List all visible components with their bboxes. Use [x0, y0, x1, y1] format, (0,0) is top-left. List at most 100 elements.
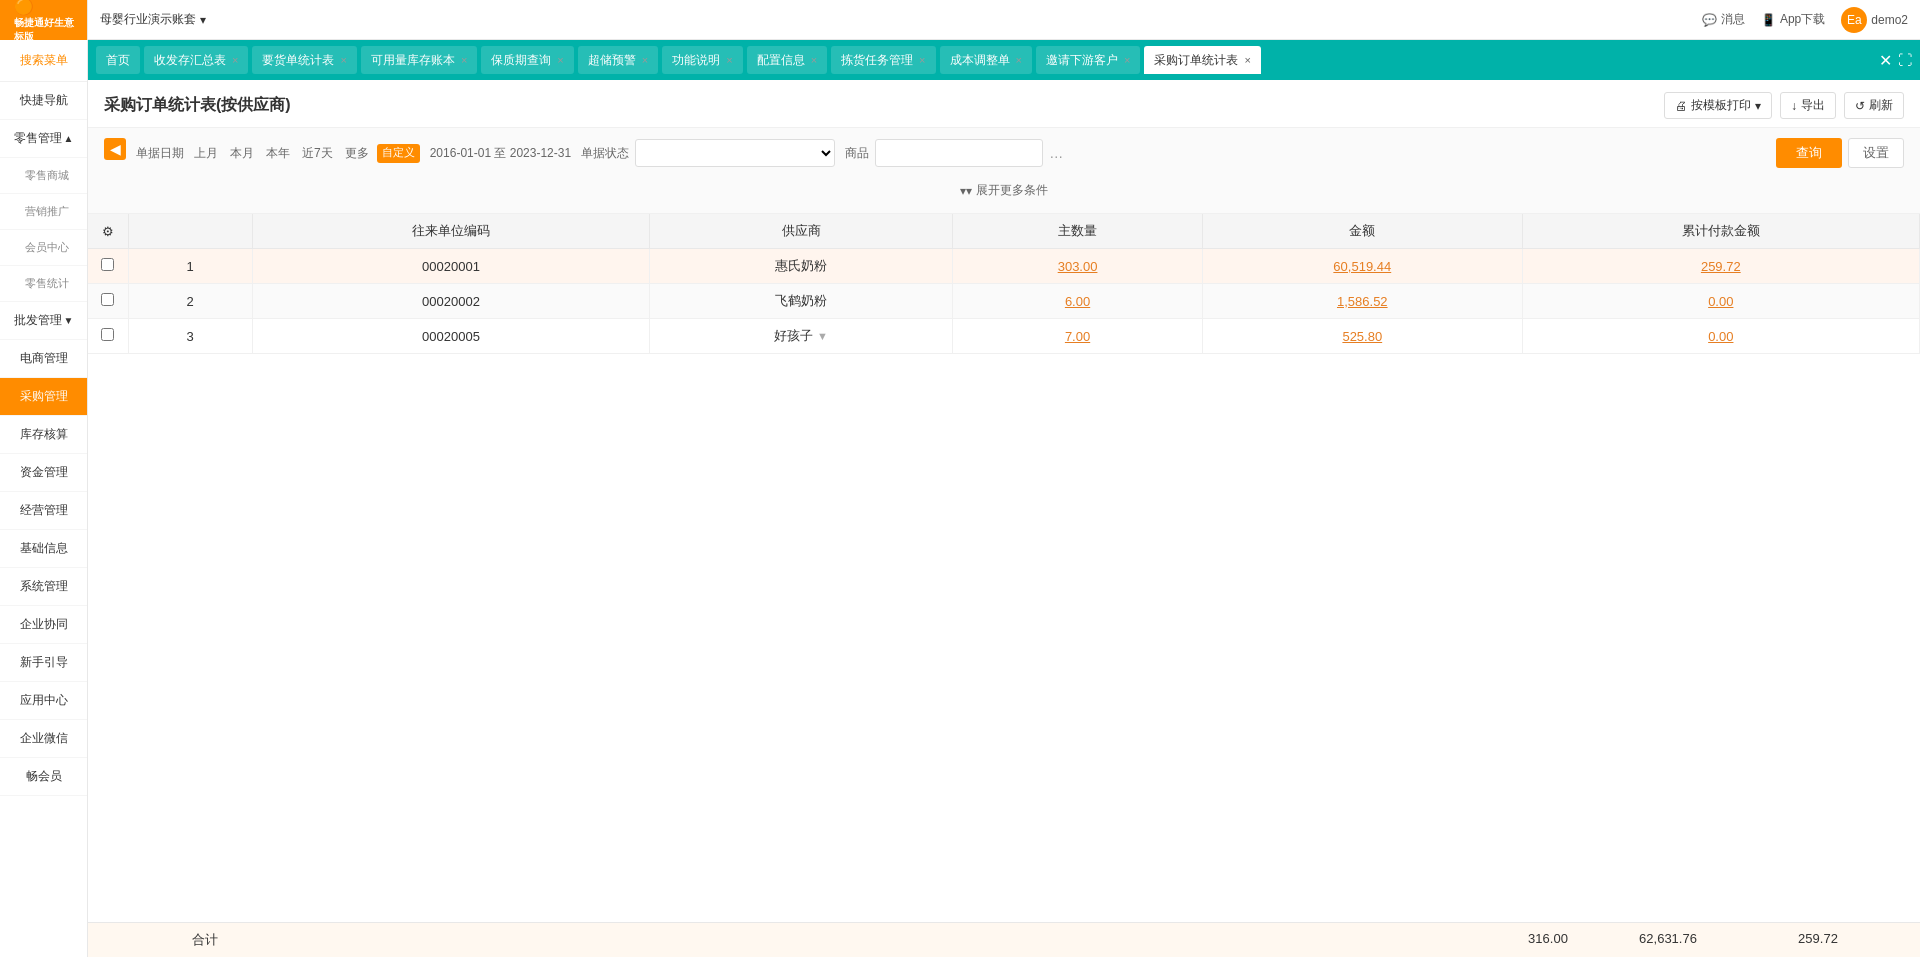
- supplier-expand-icon[interactable]: ▼: [817, 330, 828, 342]
- tab-instructions-label: 功能说明: [672, 52, 720, 69]
- shortcut-this-month[interactable]: 本月: [226, 144, 258, 163]
- settings-button[interactable]: 设置: [1848, 138, 1904, 168]
- row3-qty[interactable]: 7.00: [953, 319, 1203, 354]
- tab-instructions-close[interactable]: ×: [726, 54, 732, 66]
- tab-goods-stats-close[interactable]: ×: [340, 54, 346, 66]
- shortcut-last-month[interactable]: 上月: [190, 144, 222, 163]
- row1-no: 1: [128, 249, 252, 284]
- refresh-button[interactable]: ↺ 刷新: [1844, 92, 1904, 119]
- row3-amount[interactable]: 525.80: [1202, 319, 1522, 354]
- sidebar-item-finance[interactable]: 资金管理: [0, 454, 87, 492]
- row3-paid[interactable]: 0.00: [1522, 319, 1919, 354]
- settings-gear-icon[interactable]: ⚙: [102, 224, 114, 239]
- header-top-bar: 母婴行业演示账套 ▾ 💬 消息 📱 App下载 Ea demo2: [88, 0, 1920, 40]
- sidebar-item-inventory[interactable]: 库存核算: [0, 416, 87, 454]
- finance-label: 资金管理: [20, 464, 68, 481]
- close-window-button[interactable]: ✕: [1879, 51, 1892, 70]
- sidebar-item-basic[interactable]: 基础信息: [0, 530, 87, 568]
- goods-filter-group: 商品 …: [845, 139, 1063, 167]
- account-dropdown[interactable]: 母婴行业演示账套 ▾: [100, 11, 206, 28]
- checkbox-3[interactable]: [101, 328, 114, 341]
- checkbox-2[interactable]: [101, 293, 114, 306]
- sidebar-item-quick-nav[interactable]: 快捷导航: [0, 82, 87, 120]
- tab-picking[interactable]: 拣货任务管理 ×: [831, 46, 935, 74]
- sidebar-item-member[interactable]: 会员中心: [0, 230, 87, 266]
- tab-invite[interactable]: 邀请下游客户 ×: [1036, 46, 1140, 74]
- tab-inventory-ledger-close[interactable]: ×: [461, 54, 467, 66]
- tab-invite-close[interactable]: ×: [1124, 54, 1130, 66]
- tab-expiry-close[interactable]: ×: [557, 54, 563, 66]
- query-button[interactable]: 查询: [1776, 138, 1842, 168]
- sidebar-item-retail-stats[interactable]: 零售统计: [0, 266, 87, 302]
- status-select[interactable]: [635, 139, 835, 167]
- sidebar-item-vip[interactable]: 畅会员: [0, 758, 87, 796]
- message-button[interactable]: 💬 消息: [1702, 11, 1745, 28]
- sidebar-item-operation[interactable]: 经营管理: [0, 492, 87, 530]
- row1-paid[interactable]: 259.72: [1522, 249, 1919, 284]
- tab-inventory-ledger-label: 可用量库存账本: [371, 52, 455, 69]
- print-button[interactable]: 🖨 按模板打印 ▾: [1664, 92, 1772, 119]
- search-menu-label[interactable]: 搜索菜单: [4, 48, 83, 73]
- app-logo: 🟠 畅捷通好生意 标版: [0, 0, 87, 40]
- tab-expiry[interactable]: 保质期查询 ×: [481, 46, 573, 74]
- filter-toggle-button[interactable]: ◀: [104, 138, 126, 160]
- tab-cost-adjust[interactable]: 成本调整单 ×: [940, 46, 1032, 74]
- row2-paid[interactable]: 0.00: [1522, 284, 1919, 319]
- sidebar-item-appstore[interactable]: 应用中心: [0, 682, 87, 720]
- sidebar-item-ecommerce[interactable]: 电商管理: [0, 340, 87, 378]
- tab-cost-adjust-close[interactable]: ×: [1016, 54, 1022, 66]
- retail-arrow: ▲: [64, 133, 74, 144]
- row1-amount[interactable]: 60,519.44: [1202, 249, 1522, 284]
- row1-qty[interactable]: 303.00: [953, 249, 1203, 284]
- export-button[interactable]: ↓ 导出: [1780, 92, 1836, 119]
- tab-instructions[interactable]: 功能说明 ×: [662, 46, 742, 74]
- shortcut-this-year[interactable]: 本年: [262, 144, 294, 163]
- tab-invite-label: 邀请下游客户: [1046, 52, 1118, 69]
- sidebar-item-retail[interactable]: 零售管理 ▲: [0, 120, 87, 158]
- sidebar-item-purchase[interactable]: 采购管理: [0, 378, 87, 416]
- query-actions: 查询 设置: [1776, 138, 1904, 168]
- row2-checkbox[interactable]: [88, 284, 128, 319]
- goods-more-icon[interactable]: …: [1049, 145, 1063, 161]
- marketing-label: 营销推广: [25, 204, 69, 219]
- sidebar-item-wechat[interactable]: 企业微信: [0, 720, 87, 758]
- tab-receive[interactable]: 收发存汇总表 ×: [144, 46, 248, 74]
- sidebar-item-newbie[interactable]: 新手引导: [0, 644, 87, 682]
- tab-overstock-close[interactable]: ×: [642, 54, 648, 66]
- sidebar: 🟠 畅捷通好生意 标版 搜索菜单 快捷导航 零售管理 ▲ 零售商城 营销推广 会…: [0, 0, 88, 957]
- row3-checkbox[interactable]: [88, 319, 128, 354]
- row2-qty[interactable]: 6.00: [953, 284, 1203, 319]
- tab-overstock[interactable]: 超储预警 ×: [578, 46, 658, 74]
- checkbox-1[interactable]: [101, 258, 114, 271]
- expand-more-button[interactable]: ▾▾ 展开更多条件: [104, 178, 1904, 203]
- tab-picking-close[interactable]: ×: [919, 54, 925, 66]
- tab-purchase-stats[interactable]: 采购订单统计表 ×: [1144, 46, 1260, 74]
- tab-goods-stats[interactable]: 要货单统计表 ×: [252, 46, 356, 74]
- date-range-text: 2016-01-01 至 2023-12-31: [430, 145, 571, 162]
- shortcut-more[interactable]: 更多: [341, 144, 373, 163]
- custom-badge[interactable]: 自定义: [377, 144, 420, 163]
- sidebar-item-system[interactable]: 系统管理: [0, 568, 87, 606]
- sidebar-item-marketing[interactable]: 营销推广: [0, 194, 87, 230]
- tab-purchase-stats-close[interactable]: ×: [1244, 54, 1250, 66]
- app-download-button[interactable]: 📱 App下载: [1761, 11, 1825, 28]
- sidebar-item-wholesale[interactable]: 批发管理 ▼: [0, 302, 87, 340]
- row2-amount[interactable]: 1,586.52: [1202, 284, 1522, 319]
- appstore-label: 应用中心: [20, 692, 68, 709]
- row1-checkbox[interactable]: [88, 249, 128, 284]
- col-settings[interactable]: ⚙: [88, 214, 128, 249]
- tab-config[interactable]: 配置信息 ×: [747, 46, 827, 74]
- tab-home[interactable]: 首页: [96, 46, 140, 74]
- retail-shop-label: 零售商城: [25, 168, 69, 183]
- sidebar-item-retail-shop[interactable]: 零售商城: [0, 158, 87, 194]
- maximize-window-button[interactable]: ⛶: [1898, 52, 1912, 68]
- table-footer: 合计 316.00 62,631.76 259.72: [88, 922, 1920, 957]
- goods-input[interactable]: [875, 139, 1043, 167]
- wholesale-label: 批发管理: [14, 312, 62, 329]
- tab-inventory-ledger[interactable]: 可用量库存账本 ×: [361, 46, 477, 74]
- sidebar-item-enterprise[interactable]: 企业协同: [0, 606, 87, 644]
- user-profile[interactable]: Ea demo2: [1841, 7, 1908, 33]
- tab-config-close[interactable]: ×: [811, 54, 817, 66]
- shortcut-7days[interactable]: 近7天: [298, 144, 337, 163]
- tab-receive-close[interactable]: ×: [232, 54, 238, 66]
